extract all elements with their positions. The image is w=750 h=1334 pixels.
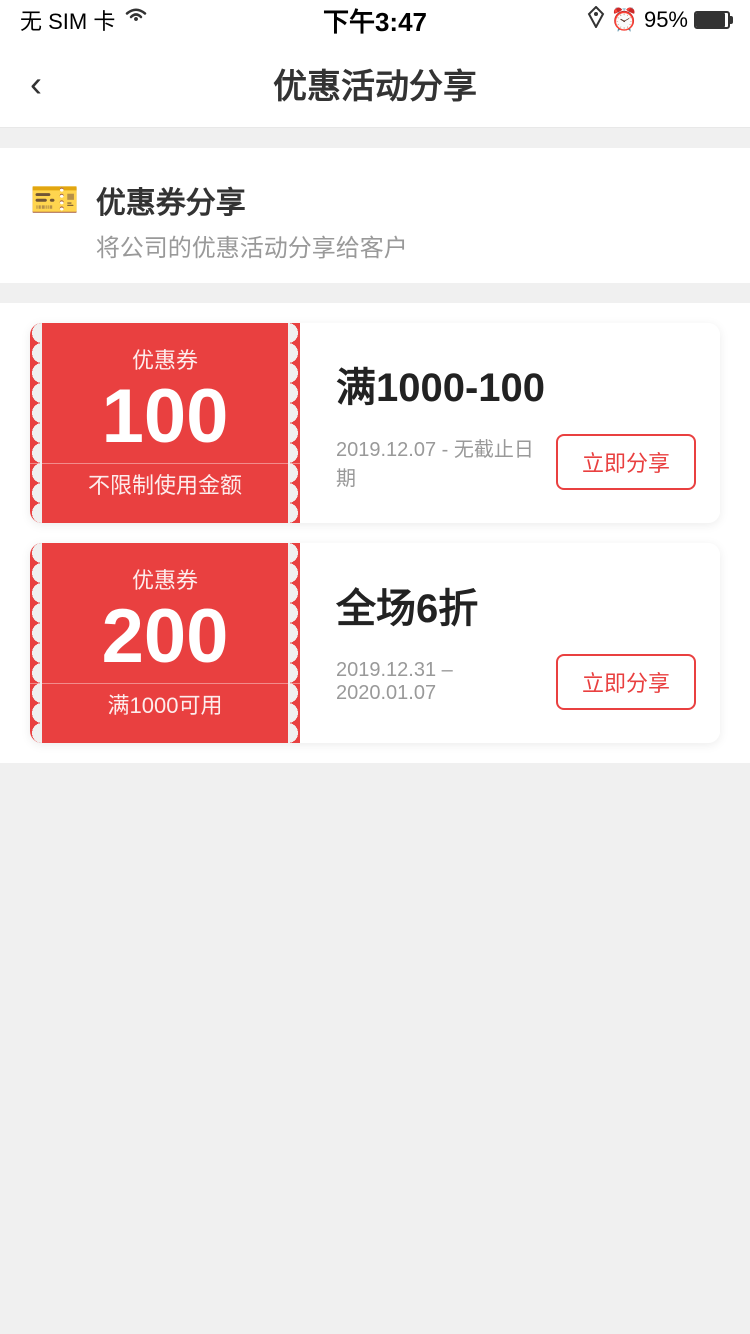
coupon-date-0: 2019.12.07 - 无截止日期 bbox=[336, 433, 546, 491]
coupon-date-1: 2019.12.31 – 2020.01.07 bbox=[336, 659, 546, 705]
coupon-card: 优惠券 200 满1000可用 全场6折 2019.12.31 – 2020.0… bbox=[30, 543, 720, 743]
coupon-amount-1: 200 bbox=[102, 599, 229, 675]
section-heading: 优惠券分享 bbox=[96, 178, 408, 222]
carrier-text: 无 SIM 卡 bbox=[20, 4, 115, 36]
status-right: ⏰ 95% bbox=[587, 6, 730, 34]
coupon-left-1: 优惠券 200 满1000可用 bbox=[30, 543, 300, 743]
nav-bar: ‹ 优惠活动分享 bbox=[0, 40, 750, 128]
page-background bbox=[0, 763, 750, 1323]
alarm-icon: ⏰ bbox=[611, 7, 638, 33]
coupon-right-0: 满1000-100 2019.12.07 - 无截止日期 立即分享 bbox=[300, 323, 720, 523]
nav-title: 优惠活动分享 bbox=[273, 59, 477, 108]
coupon-card: 优惠券 100 不限制使用金额 满1000-100 2019.12.07 - 无… bbox=[30, 323, 720, 523]
wifi-icon bbox=[123, 7, 149, 33]
coupon-label-1: 优惠券 bbox=[132, 563, 198, 595]
status-left: 无 SIM 卡 bbox=[20, 4, 149, 36]
status-time: 下午3:47 bbox=[323, 2, 427, 39]
coupon-left-0: 优惠券 100 不限制使用金额 bbox=[30, 323, 300, 523]
coupon-amount-0: 100 bbox=[102, 379, 229, 455]
location-icon bbox=[587, 6, 605, 34]
section-description: 将公司的优惠活动分享给客户 bbox=[96, 228, 408, 263]
coupons-list: 优惠券 100 不限制使用金额 满1000-100 2019.12.07 - 无… bbox=[0, 303, 750, 763]
coupon-section-icon: 🎫 bbox=[30, 180, 80, 220]
back-button[interactable]: ‹ bbox=[30, 63, 42, 105]
battery-percent: 95% bbox=[644, 7, 688, 33]
coupon-label-0: 优惠券 bbox=[132, 343, 198, 375]
section-header: 🎫 优惠券分享 将公司的优惠活动分享给客户 bbox=[0, 148, 750, 283]
status-bar: 无 SIM 卡 下午3:47 ⏰ 95% bbox=[0, 0, 750, 40]
battery-icon bbox=[694, 11, 730, 29]
share-button-0[interactable]: 立即分享 bbox=[556, 434, 696, 490]
coupon-title-1: 全场6折 bbox=[336, 576, 696, 634]
coupon-meta-0: 2019.12.07 - 无截止日期 立即分享 bbox=[336, 433, 696, 491]
coupon-condition-0: 不限制使用金额 bbox=[30, 463, 300, 504]
coupon-title-0: 满1000-100 bbox=[336, 355, 696, 413]
coupon-right-1: 全场6折 2019.12.31 – 2020.01.07 立即分享 bbox=[300, 543, 720, 743]
section-text: 优惠券分享 将公司的优惠活动分享给客户 bbox=[96, 178, 408, 263]
coupon-meta-1: 2019.12.31 – 2020.01.07 立即分享 bbox=[336, 654, 696, 710]
share-button-1[interactable]: 立即分享 bbox=[556, 654, 696, 710]
coupon-condition-1: 满1000可用 bbox=[30, 683, 300, 724]
